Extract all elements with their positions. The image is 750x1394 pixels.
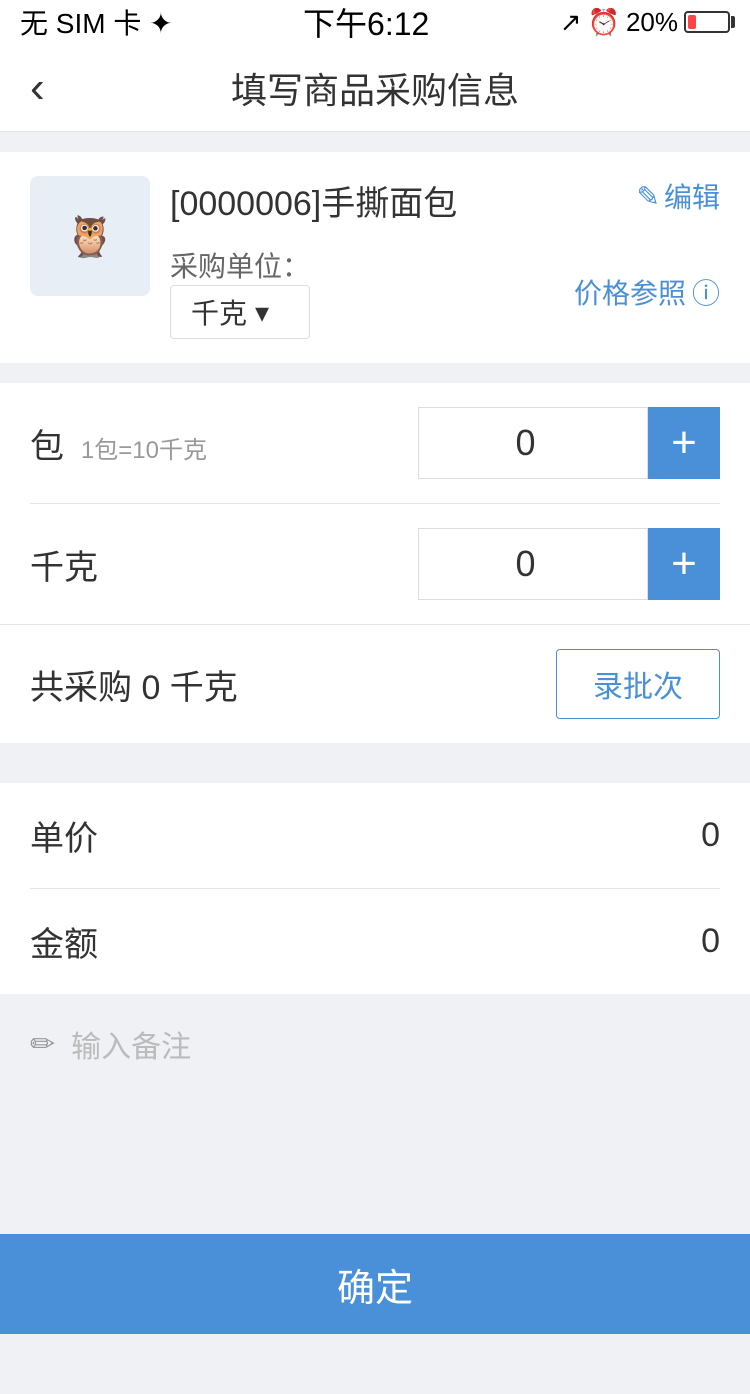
bag-label: 包 <box>30 428 64 466</box>
remark-placeholder: 输入备注 <box>71 1022 191 1066</box>
amount-value: 0 <box>701 922 720 961</box>
divider-2 <box>0 743 750 763</box>
price-ref-label: 价格参照 <box>574 272 686 312</box>
product-card: 🦉 [0000006]手撕面包 ✎ 编辑 采购单位： 千克 ▾ 价格参照 ⓘ <box>0 152 750 363</box>
back-button[interactable]: ‹ <box>30 66 45 110</box>
remark-section[interactable]: ✏ 输入备注 <box>0 994 750 1094</box>
bag-input-right: + <box>418 407 720 479</box>
no-sim-text: 无 SIM 卡 ✦ <box>20 2 173 42</box>
input-section: 包 1包=10千克 + 千克 + <box>0 383 750 624</box>
unit-label: 采购单位： <box>170 251 310 282</box>
kg-input-right: + <box>418 528 720 600</box>
unit-select[interactable]: 千克 ▾ <box>170 285 310 339</box>
status-bar: 无 SIM 卡 ✦ 下午6:12 ↗ ⏰ 20% <box>0 0 750 44</box>
bag-input-row: 包 1包=10千克 + <box>0 383 750 503</box>
price-ref-button[interactable]: 价格参照 ⓘ <box>574 272 720 312</box>
total-row: 共采购 0 千克 录批次 <box>0 625 750 743</box>
pencil-icon: ✏ <box>30 1027 55 1062</box>
purchase-unit-row: 采购单位： 千克 ▾ 价格参照 ⓘ <box>170 245 720 339</box>
bag-quantity-input[interactable] <box>418 407 648 479</box>
alarm-icon: ⏰ <box>588 7 620 38</box>
product-image: 🦉 <box>30 176 150 296</box>
kg-label: 千克 <box>30 549 98 587</box>
help-icon: ⓘ <box>692 272 720 312</box>
status-left: 无 SIM 卡 ✦ <box>20 2 173 42</box>
edit-button[interactable]: ✎ 编辑 <box>637 176 720 216</box>
page-title: 填写商品采购信息 <box>231 62 519 114</box>
total-label: 共采购 0 千克 <box>30 660 238 709</box>
kg-plus-button[interactable]: + <box>648 528 720 600</box>
dropdown-arrow-icon: ▾ <box>255 296 269 329</box>
product-name: [0000006]手撕面包 <box>170 176 457 225</box>
edit-label: 编辑 <box>664 176 720 216</box>
kg-quantity-input[interactable] <box>418 528 648 600</box>
amount-label: 金额 <box>30 917 98 966</box>
batch-button[interactable]: 录批次 <box>556 649 720 719</box>
unit-price-row: 单价 0 <box>0 783 750 888</box>
kg-input-row: 千克 + <box>0 504 750 624</box>
battery-icon <box>684 11 730 33</box>
price-section: 单价 0 金额 0 <box>0 783 750 994</box>
edit-icon: ✎ <box>637 180 660 213</box>
product-name-row: [0000006]手撕面包 ✎ 编辑 <box>170 176 720 225</box>
status-time: 下午6:12 <box>303 0 429 45</box>
confirm-button[interactable]: 确定 <box>0 1234 750 1334</box>
unit-value: 千克 <box>191 292 247 332</box>
kg-label-group: 千克 <box>30 540 98 589</box>
product-info: [0000006]手撕面包 ✎ 编辑 采购单位： 千克 ▾ 价格参照 ⓘ <box>170 176 720 339</box>
product-owl-icon: 🦉 <box>65 213 115 260</box>
bag-sub-label: 1包=10千克 <box>81 437 207 464</box>
unit-price-label: 单价 <box>30 811 98 860</box>
divider-1 <box>0 363 750 383</box>
amount-row: 金额 0 <box>0 889 750 994</box>
status-right: ↗ ⏰ 20% <box>560 7 730 38</box>
location-icon: ↗ <box>560 7 582 38</box>
bag-label-group: 包 1包=10千克 <box>30 419 207 468</box>
nav-bar: ‹ 填写商品采购信息 <box>0 44 750 132</box>
bag-plus-button[interactable]: + <box>648 407 720 479</box>
unit-price-value: 0 <box>701 816 720 855</box>
battery-text: 20% <box>626 7 678 38</box>
unit-label-group: 采购单位： 千克 ▾ <box>170 245 310 339</box>
